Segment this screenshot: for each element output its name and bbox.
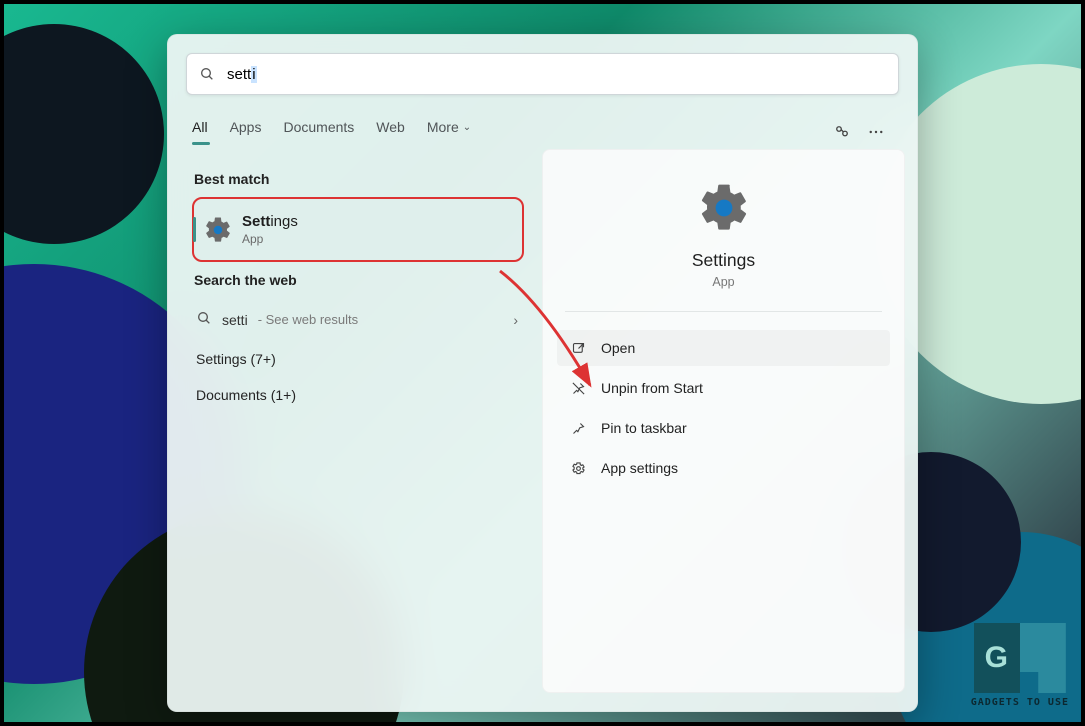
web-result-item[interactable]: setti - See web results › [192, 298, 524, 341]
action-pin-taskbar[interactable]: Pin to taskbar [557, 410, 890, 446]
profile-sync-icon[interactable] [825, 115, 859, 149]
search-input-container[interactable]: setti [186, 53, 899, 95]
chevron-right-icon: › [513, 312, 518, 328]
filter-tabs: All Apps Documents Web More ⌄ [192, 119, 471, 145]
tab-apps[interactable]: Apps [230, 119, 262, 145]
gear-icon [202, 214, 234, 246]
pin-icon [569, 419, 587, 437]
web-hint-text: - See web results [258, 312, 358, 327]
search-input[interactable]: setti [227, 66, 898, 83]
best-match-subtitle: App [242, 232, 298, 246]
tab-more[interactable]: More ⌄ [427, 119, 471, 145]
tab-documents[interactable]: Documents [283, 119, 354, 145]
detail-subtitle: App [712, 275, 734, 289]
best-match-result[interactable]: Settings App [192, 197, 524, 262]
action-app-settings[interactable]: App settings [557, 450, 890, 486]
action-open[interactable]: Open [557, 330, 890, 366]
start-search-panel: setti All Apps Documents Web More ⌄ [167, 34, 918, 712]
gear-icon [696, 180, 752, 236]
best-match-title: Settings [242, 213, 298, 230]
category-documents-more[interactable]: Documents (1+) [192, 377, 524, 413]
category-settings-more[interactable]: Settings (7+) [192, 341, 524, 377]
best-match-label: Best match [194, 171, 524, 187]
appsettings-icon [569, 459, 587, 477]
watermark-logo: G GADGETS TO USE [971, 623, 1069, 708]
action-label: Pin to taskbar [601, 420, 687, 436]
action-label: App settings [601, 460, 678, 476]
search-icon [196, 310, 212, 329]
action-unpin-start[interactable]: Unpin from Start [557, 370, 890, 406]
web-query-text: setti [222, 312, 248, 328]
search-icon [187, 66, 227, 82]
chevron-down-icon: ⌄ [463, 122, 471, 133]
search-web-label: Search the web [194, 272, 524, 288]
more-options-icon[interactable] [859, 115, 893, 149]
result-detail-card: Settings App Open [542, 149, 905, 693]
tab-web[interactable]: Web [376, 119, 405, 145]
action-label: Open [601, 340, 635, 356]
unpin-icon [569, 379, 587, 397]
open-icon [569, 339, 587, 357]
tab-all[interactable]: All [192, 119, 208, 145]
results-left-column: Best match Settings App [168, 149, 530, 711]
detail-title: Settings [692, 250, 755, 271]
action-label: Unpin from Start [601, 380, 703, 396]
